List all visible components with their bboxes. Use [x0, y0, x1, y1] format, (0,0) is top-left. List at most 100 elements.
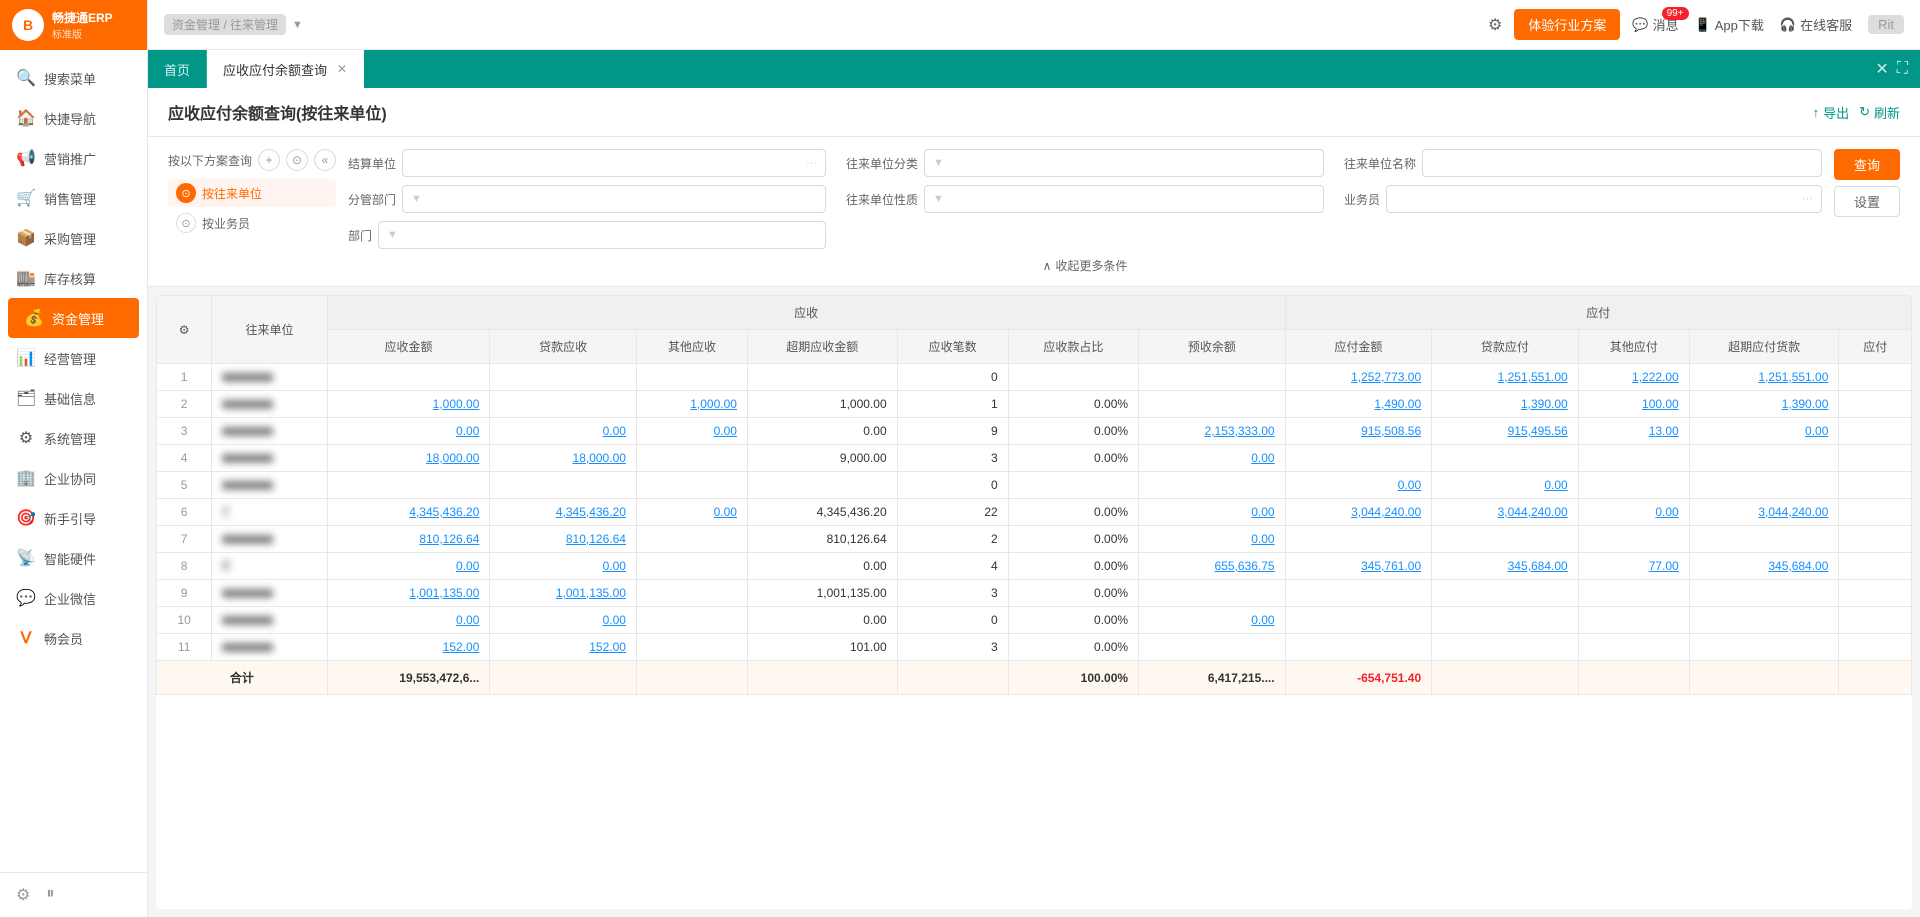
dept-input[interactable]: ▼	[378, 221, 826, 249]
table-cell[interactable]: 18,000.00	[327, 445, 490, 472]
table-cell[interactable]: 0.00	[327, 607, 490, 634]
breadcrumb-dropdown-icon[interactable]: ▼	[292, 19, 303, 31]
header-online-service[interactable]: 🎧 在线客服	[1780, 15, 1852, 34]
sidebar-item-basic[interactable]: 🗂 基础信息	[0, 378, 147, 418]
search-expand-button[interactable]: «	[314, 149, 336, 171]
sidebar-item-guide[interactable]: 🎯 新手引导	[0, 498, 147, 538]
footer-label: 合计	[157, 661, 328, 695]
tab-close-icon[interactable]: ✕	[337, 62, 347, 76]
table-cell[interactable]: 655,636.75	[1139, 553, 1286, 580]
table-cell[interactable]: 18,000.00	[490, 445, 637, 472]
table-cell[interactable]: 1,001,135.00	[490, 580, 637, 607]
tab-home[interactable]: 首页	[148, 50, 207, 88]
window-maximize-icon[interactable]: ⛶	[1897, 60, 1908, 78]
table-cell[interactable]: 1,390.00	[1689, 391, 1839, 418]
table-cell[interactable]: 0.00	[1432, 472, 1579, 499]
table-cell[interactable]: 1,000.00	[636, 391, 747, 418]
table-cell[interactable]: 13.00	[1578, 418, 1689, 445]
table-cell[interactable]: 4,345,436.20	[490, 499, 637, 526]
collapse-button[interactable]: ∧ 收起更多条件	[1043, 257, 1128, 274]
table-cell[interactable]: 0.00	[1139, 445, 1286, 472]
table-cell[interactable]: 0.00	[490, 418, 637, 445]
table-cell[interactable]: 0.00	[1139, 526, 1286, 553]
sidebar-item-system[interactable]: ⚙ 系统管理	[0, 418, 147, 458]
table-cell[interactable]: 0.00	[1689, 418, 1839, 445]
table-cell[interactable]: 0.00	[636, 499, 747, 526]
unit-category-input[interactable]: ▼	[924, 149, 1324, 177]
table-cell[interactable]: 1,000.00	[327, 391, 490, 418]
sidebar-item-corp[interactable]: 🏢 企业协同	[0, 458, 147, 498]
table-cell[interactable]: 1,001,135.00	[327, 580, 490, 607]
table-body: 1■■■■■■■01,252,773.001,251,551.001,222.0…	[157, 364, 1912, 661]
table-cell[interactable]: 77.00	[1578, 553, 1689, 580]
unit-nature-input[interactable]: ▼	[924, 185, 1324, 213]
footer-settings-icon[interactable]: ⚙	[16, 885, 30, 905]
header-user[interactable]: Rit	[1868, 17, 1904, 32]
header-message[interactable]: 💬 消息 99+	[1632, 15, 1678, 34]
salesperson-input[interactable]: ···	[1386, 185, 1822, 213]
table-cell: 3	[897, 445, 1008, 472]
refresh-button[interactable]: ↻ 刷新	[1859, 103, 1900, 122]
table-cell[interactable]: 0.00	[636, 418, 747, 445]
tab-query[interactable]: 应收应付余额查询 ✕	[207, 50, 364, 88]
header-app-download[interactable]: 📱 App下载	[1695, 15, 1764, 34]
table-cell[interactable]: 152.00	[490, 634, 637, 661]
branch-dept-input[interactable]: ▼	[402, 185, 826, 213]
export-button[interactable]: ↑ 导出	[1813, 103, 1850, 122]
table-cell[interactable]: 0.00	[1285, 472, 1432, 499]
settlement-unit-input[interactable]: ···	[402, 149, 826, 177]
table-cell[interactable]: 0.00	[490, 607, 637, 634]
table-cell[interactable]: 810,126.64	[490, 526, 637, 553]
table-cell[interactable]: 1,490.00	[1285, 391, 1432, 418]
table-cell[interactable]: 345,761.00	[1285, 553, 1432, 580]
table-cell[interactable]: 3,044,240.00	[1285, 499, 1432, 526]
sidebar-item-wechat[interactable]: 💬 企业微信	[0, 578, 147, 618]
scheme-by-unit[interactable]: ⊙ 按往来单位	[168, 179, 336, 207]
table-cell[interactable]: 2,153,333.00	[1139, 418, 1286, 445]
footer-receivable[interactable]: 19,553,472,6...	[327, 661, 490, 695]
table-cell[interactable]: 0.00	[1578, 499, 1689, 526]
sidebar-item-search[interactable]: 🔍 搜索菜单	[0, 58, 147, 98]
th-settings[interactable]: ⚙	[157, 296, 212, 364]
table-cell[interactable]: 810,126.64	[327, 526, 490, 553]
sidebar-item-inventory[interactable]: 🏬 库存核算	[0, 258, 147, 298]
table-cell[interactable]: 1,251,551.00	[1689, 364, 1839, 391]
table-cell[interactable]: 0.00	[1139, 607, 1286, 634]
sidebar-item-hardware[interactable]: 📡 智能硬件	[0, 538, 147, 578]
table-cell[interactable]: 345,684.00	[1432, 553, 1579, 580]
window-close-icon[interactable]: ✕	[1875, 59, 1888, 79]
table-cell[interactable]: 1,252,773.00	[1285, 364, 1432, 391]
search-setting-button[interactable]: ⊙	[286, 149, 308, 171]
table-cell[interactable]: 0.00	[1139, 499, 1286, 526]
table-cell[interactable]: 100.00	[1578, 391, 1689, 418]
table-cell[interactable]: 915,508.56	[1285, 418, 1432, 445]
footer-collapse-icon[interactable]: ⏸	[46, 885, 54, 905]
sidebar-item-finance[interactable]: 💰 资金管理	[8, 298, 139, 338]
sidebar-item-purchase[interactable]: 📦 采购管理	[0, 218, 147, 258]
table-cell[interactable]: 1,222.00	[1578, 364, 1689, 391]
settings-button[interactable]: 设置	[1834, 186, 1900, 217]
table-cell[interactable]: 915,495.56	[1432, 418, 1579, 445]
query-button[interactable]: 查询	[1834, 149, 1900, 180]
table-cell[interactable]: 1,251,551.00	[1432, 364, 1579, 391]
table-cell[interactable]: 4,345,436.20	[327, 499, 490, 526]
sidebar-item-management[interactable]: 📊 经营管理	[0, 338, 147, 378]
table-cell[interactable]: 152.00	[327, 634, 490, 661]
scheme-by-staff[interactable]: ⊙ 按业务员	[168, 209, 336, 237]
table-cell[interactable]: 1,390.00	[1432, 391, 1579, 418]
sidebar-item-marketing[interactable]: 📢 营销推广	[0, 138, 147, 178]
sidebar-item-member[interactable]: Ⅴ 畅会员	[0, 618, 147, 658]
table-cell[interactable]: 3,044,240.00	[1689, 499, 1839, 526]
table-cell[interactable]: 0.00	[490, 553, 637, 580]
promo-button[interactable]: 体验行业方案	[1514, 9, 1620, 40]
table-cell[interactable]: 0.00	[327, 553, 490, 580]
unit-name-input[interactable]	[1422, 149, 1822, 177]
sidebar-item-quicknav[interactable]: 🏠 快捷导航	[0, 98, 147, 138]
sidebar-item-sales[interactable]: 🛒 销售管理	[0, 178, 147, 218]
search-add-button[interactable]: +	[258, 149, 280, 171]
table-cell[interactable]: 3,044,240.00	[1432, 499, 1579, 526]
table-settings-icon[interactable]: ⚙	[179, 323, 190, 337]
table-cell[interactable]: 0.00	[327, 418, 490, 445]
header-gear-icon[interactable]: ⚙	[1488, 15, 1502, 35]
table-cell[interactable]: 345,684.00	[1689, 553, 1839, 580]
